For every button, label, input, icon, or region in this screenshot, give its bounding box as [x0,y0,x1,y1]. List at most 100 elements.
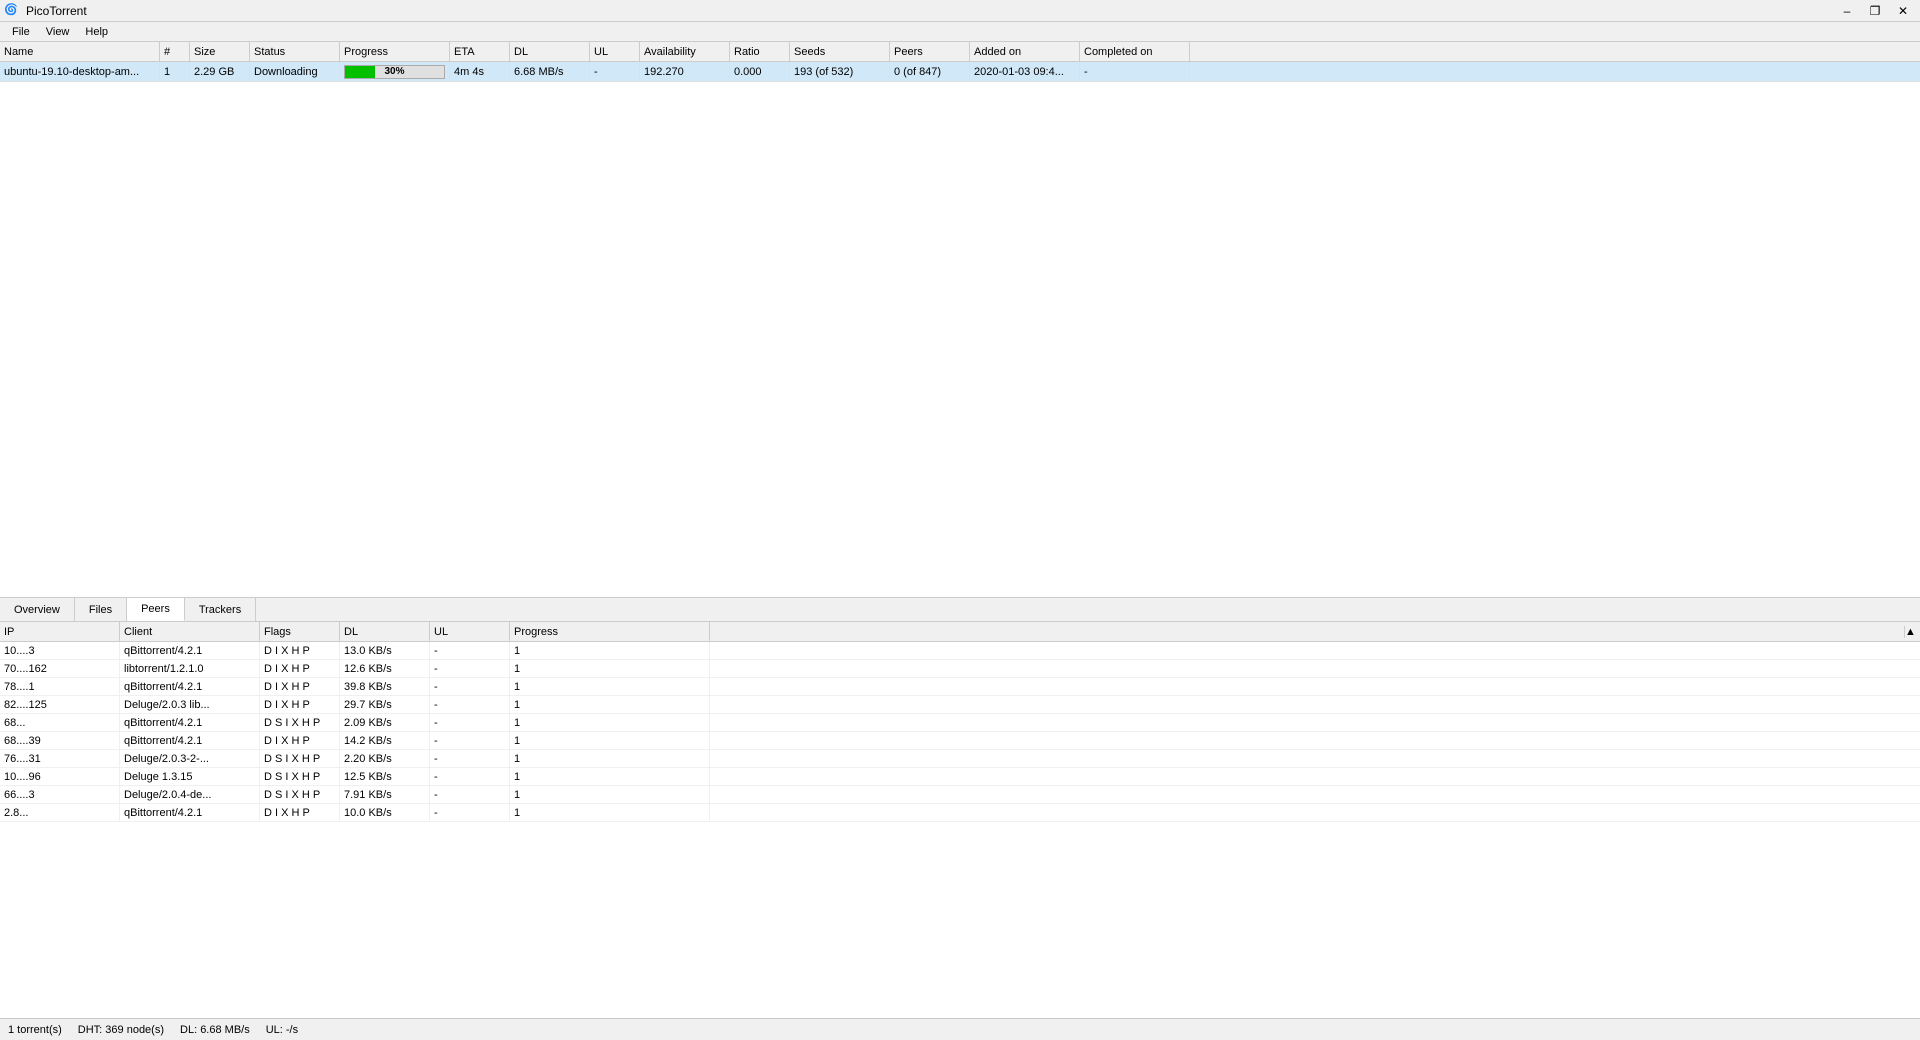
peer-dl: 14.2 KB/s [340,732,430,749]
torrent-completed-on: - [1080,62,1190,81]
col-header-completed[interactable]: Completed on [1080,42,1190,61]
peers-col-dl[interactable]: DL [340,622,430,641]
list-item[interactable]: 76....31Deluge/2.0.3-2-...D S I X H P2.2… [0,750,1920,768]
menu-view[interactable]: View [38,24,78,40]
restore-button[interactable]: ❐ [1862,1,1888,21]
tab-trackers[interactable]: Trackers [185,598,256,621]
peer-dl: 13.0 KB/s [340,642,430,659]
peer-progress: 1 [510,642,710,659]
title-bar-left: 🌀 PicoTorrent [4,3,87,19]
menu-file[interactable]: File [4,24,38,40]
list-item[interactable]: 10....3qBittorrent/4.2.1D I X H P13.0 KB… [0,642,1920,660]
peer-ip: 68....39 [0,732,120,749]
tab-overview[interactable]: Overview [0,598,75,621]
peer-client: qBittorrent/4.2.1 [120,678,260,695]
table-row[interactable]: ubuntu-19.10-desktop-am... 1 2.29 GB Dow… [0,62,1920,82]
col-header-name[interactable]: Name [0,42,160,61]
peer-client: qBittorrent/4.2.1 [120,642,260,659]
list-item[interactable]: 2.8...qBittorrent/4.2.1D I X H P10.0 KB/… [0,804,1920,822]
peers-col-client[interactable]: Client [120,622,260,641]
peer-ul: - [430,696,510,713]
col-header-dl[interactable]: DL [510,42,590,61]
col-header-num[interactable]: # [160,42,190,61]
torrent-eta: 4m 4s [450,62,510,81]
torrent-availability: 192.270 [640,62,730,81]
peers-table[interactable]: IP Client Flags DL UL Progress ▲ 10....3… [0,622,1920,1018]
torrent-ratio: 0.000 [730,62,790,81]
list-item[interactable]: 78....1qBittorrent/4.2.1D I X H P39.8 KB… [0,678,1920,696]
tab-files[interactable]: Files [75,598,127,621]
peer-progress: 1 [510,786,710,803]
torrent-added-on: 2020-01-03 09:4... [970,62,1080,81]
torrent-size: 2.29 GB [190,62,250,81]
peer-ip: 70....162 [0,660,120,677]
torrent-ul: - [590,62,640,81]
minimize-button[interactable]: – [1834,1,1860,21]
col-header-size[interactable]: Size [190,42,250,61]
title-bar-controls: – ❐ ✕ [1834,1,1916,21]
peers-col-headers: IP Client Flags DL UL Progress ▲ [0,622,1920,642]
peers-col-ul[interactable]: UL [430,622,510,641]
list-item[interactable]: 70....162libtorrent/1.2.1.0D I X H P12.6… [0,660,1920,678]
peers-col-ip[interactable]: IP [0,622,120,641]
menu-bar: File View Help [0,22,1920,42]
peer-client: Deluge 1.3.15 [120,768,260,785]
list-item[interactable]: 68...qBittorrent/4.2.1D S I X H P2.09 KB… [0,714,1920,732]
peer-flags: D S I X H P [260,768,340,785]
peer-ip: 2.8... [0,804,120,821]
peers-col-progress[interactable]: Progress [510,622,710,641]
menu-help[interactable]: Help [77,24,116,40]
peer-progress: 1 [510,696,710,713]
peer-progress: 1 [510,804,710,821]
col-header-status[interactable]: Status [250,42,340,61]
col-header-availability[interactable]: Availability [640,42,730,61]
peer-flags: D I X H P [260,678,340,695]
peers-col-flags[interactable]: Flags [260,622,340,641]
peer-dl: 29.7 KB/s [340,696,430,713]
list-item[interactable]: 82....125Deluge/2.0.3 lib...D I X H P29.… [0,696,1920,714]
peer-ip: 78....1 [0,678,120,695]
peer-progress: 1 [510,750,710,767]
status-ul: UL: -/s [266,1024,298,1036]
tab-peers[interactable]: Peers [127,598,185,621]
peer-ip: 82....125 [0,696,120,713]
peer-flags: D I X H P [260,804,340,821]
col-header-seeds[interactable]: Seeds [790,42,890,61]
peer-flags: D S I X H P [260,750,340,767]
peer-client: Deluge/2.0.4-de... [120,786,260,803]
peer-flags: D I X H P [260,642,340,659]
scrollbar-top-btn[interactable]: ▲ [1904,626,1920,638]
peer-ul: - [430,804,510,821]
peer-flags: D S I X H P [260,786,340,803]
peer-ul: - [430,660,510,677]
list-item[interactable]: 68....39qBittorrent/4.2.1D I X H P14.2 K… [0,732,1920,750]
peer-flags: D I X H P [260,660,340,677]
peer-ip: 68... [0,714,120,731]
peer-client: libtorrent/1.2.1.0 [120,660,260,677]
col-header-ratio[interactable]: Ratio [730,42,790,61]
col-header-added[interactable]: Added on [970,42,1080,61]
tabs: Overview Files Peers Trackers [0,598,1920,622]
peer-progress: 1 [510,660,710,677]
list-item[interactable]: 66....3Deluge/2.0.4-de...D S I X H P7.91… [0,786,1920,804]
peer-client: Deluge/2.0.3 lib... [120,696,260,713]
status-torrents: 1 torrent(s) [8,1024,62,1036]
torrent-col-headers: Name # Size Status Progress ETA DL UL Av… [0,42,1920,62]
progress-bar: 30% [344,65,445,79]
peer-progress: 1 [510,678,710,695]
col-header-ul[interactable]: UL [590,42,640,61]
app-icon: 🌀 [4,3,20,19]
col-header-peers[interactable]: Peers [890,42,970,61]
col-header-eta[interactable]: ETA [450,42,510,61]
peer-ip: 10....96 [0,768,120,785]
torrent-num: 1 [160,62,190,81]
col-header-progress[interactable]: Progress [340,42,450,61]
peer-progress: 1 [510,732,710,749]
torrent-seeds: 193 (of 532) [790,62,890,81]
peer-client: qBittorrent/4.2.1 [120,804,260,821]
close-button[interactable]: ✕ [1890,1,1916,21]
torrent-status: Downloading [250,62,340,81]
status-dl: DL: 6.68 MB/s [180,1024,250,1036]
list-item[interactable]: 10....96Deluge 1.3.15D S I X H P12.5 KB/… [0,768,1920,786]
torrent-list[interactable]: Name # Size Status Progress ETA DL UL Av… [0,42,1920,598]
